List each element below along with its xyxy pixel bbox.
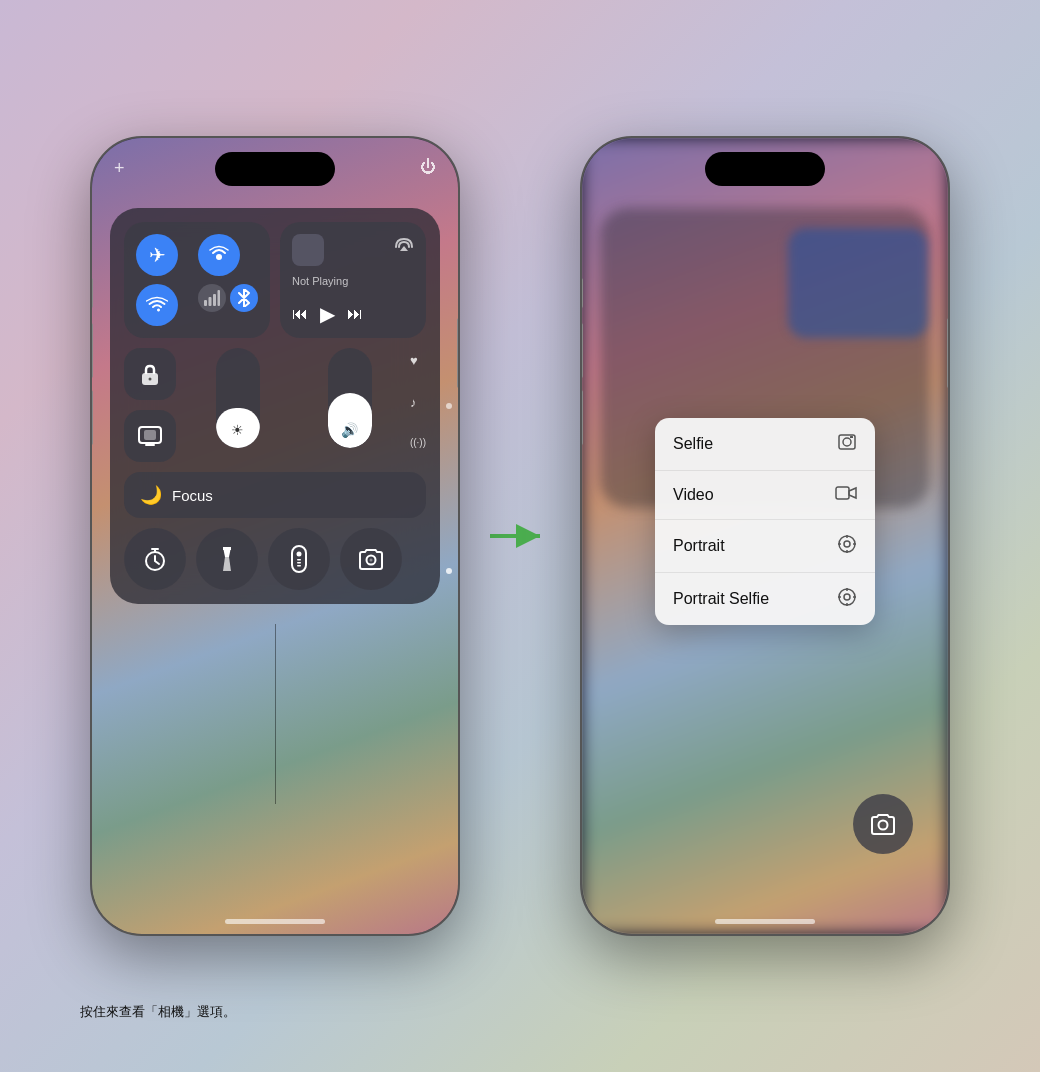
portrait-icon (837, 534, 857, 558)
svg-point-23 (839, 536, 855, 552)
video-label: Video (673, 486, 714, 504)
airplane-mode-button[interactable]: ✈ (136, 234, 178, 276)
direction-arrow (490, 516, 550, 556)
svg-point-25 (839, 589, 855, 605)
portrait-selfie-icon (837, 587, 857, 611)
wifi-hotspot-button[interactable] (198, 234, 240, 276)
favorite-icon: ♥ (410, 353, 426, 368)
wifi-button[interactable] (136, 284, 178, 326)
portrait-option[interactable]: Portrait (655, 520, 875, 573)
phone2-wrapper: Selfie Video (580, 136, 950, 936)
svg-point-24 (844, 541, 850, 547)
volume-up-button[interactable] (90, 323, 93, 378)
cc-row4 (124, 528, 426, 590)
add-button[interactable]: + (114, 158, 125, 179)
svg-rect-3 (213, 294, 216, 306)
bluetooth-button[interactable] (230, 284, 258, 312)
now-playing-album-art (292, 234, 324, 266)
brightness-slider[interactable]: ☀ (186, 348, 290, 448)
connectivity-tile: ✈ (124, 222, 270, 338)
phone2-power-button[interactable] (947, 318, 950, 388)
camera-module-blur (788, 228, 928, 338)
portrait-selfie-option[interactable]: Portrait Selfie (655, 573, 875, 625)
flashlight-button[interactable] (196, 528, 258, 590)
svg-rect-21 (850, 436, 853, 438)
phone2-dynamic-island (705, 152, 825, 186)
cellular-button[interactable] (198, 284, 226, 312)
svg-rect-8 (144, 430, 156, 440)
selfie-label: Selfie (673, 435, 713, 453)
airplay-icon[interactable] (394, 234, 414, 259)
side-indicator-dot-bottom (446, 568, 452, 574)
phone2-camera-button[interactable] (853, 794, 913, 854)
volume-slider[interactable]: 🔊 (298, 348, 402, 448)
phone2: Selfie Video (580, 136, 950, 936)
phone1: + ⏻ ✈ (90, 136, 460, 936)
play-button[interactable]: ▶ (320, 302, 335, 326)
camera-options-menu: Selfie Video (655, 418, 875, 625)
dynamic-island (215, 152, 335, 186)
speaker-icon: ((·)) (410, 437, 426, 448)
volume-down-button[interactable] (90, 390, 93, 445)
rewind-button[interactable]: ⏮ (292, 305, 308, 323)
selfie-option[interactable]: Selfie (655, 418, 875, 471)
control-center: ✈ (110, 208, 440, 604)
phone2-home-indicator (715, 919, 815, 924)
camera-button[interactable] (340, 528, 402, 590)
focus-button[interactable]: 🌙 Focus (124, 472, 426, 518)
cc-row1: ✈ (124, 222, 426, 338)
svg-point-20 (843, 438, 851, 446)
page-wrapper: + ⏻ ✈ (0, 0, 1040, 1072)
svg-point-17 (370, 559, 373, 562)
mute-button[interactable] (90, 278, 93, 308)
remote-button[interactable] (268, 528, 330, 590)
arrow-container (490, 516, 550, 556)
screen-lock-button[interactable] (124, 348, 176, 400)
svg-point-27 (879, 821, 888, 830)
svg-rect-4 (218, 290, 221, 306)
video-option[interactable]: Video (655, 471, 875, 520)
cc-row3: 🌙 Focus (124, 472, 426, 518)
side-indicator-dot (446, 403, 452, 409)
svg-point-0 (216, 254, 222, 260)
portrait-label: Portrait (673, 537, 725, 555)
svg-rect-2 (209, 297, 212, 306)
phone2-volume-up-button[interactable] (580, 323, 583, 378)
annotation-line (275, 624, 276, 804)
svg-rect-13 (297, 559, 301, 561)
svg-point-6 (149, 378, 152, 381)
selfie-icon (837, 432, 857, 456)
now-playing-top (292, 234, 414, 266)
moon-icon: 🌙 (140, 484, 162, 506)
phone2-volume-down-button[interactable] (580, 390, 583, 445)
annotation-text: 按住來查看「相機」選項。 (80, 1003, 236, 1021)
now-playing-title: Not Playing (292, 275, 414, 287)
svg-rect-1 (204, 300, 207, 306)
cc-row2: ☀ 🔊 (124, 348, 426, 462)
home-indicator (225, 919, 325, 924)
svg-rect-10 (223, 547, 231, 550)
portrait-selfie-label: Portrait Selfie (673, 590, 769, 608)
svg-point-12 (297, 552, 302, 557)
music-icon: ♪ (410, 395, 426, 410)
phone2-mute-button[interactable] (580, 278, 583, 308)
now-playing-tile: Not Playing ⏮ ▶ ⏭ (280, 222, 426, 338)
phone1-wrapper: + ⏻ ✈ (90, 136, 460, 936)
fast-forward-button[interactable]: ⏭ (347, 305, 363, 323)
screen-mirror-button[interactable] (124, 410, 176, 462)
svg-rect-15 (297, 565, 301, 567)
timer-button[interactable] (124, 528, 186, 590)
svg-rect-14 (297, 562, 301, 564)
two-phones-container: + ⏻ ✈ (90, 136, 950, 936)
now-playing-controls: ⏮ ▶ ⏭ (292, 302, 414, 326)
video-icon (835, 485, 857, 505)
focus-label: Focus (172, 487, 213, 504)
svg-point-26 (844, 594, 850, 600)
power-button[interactable] (457, 318, 460, 388)
svg-rect-22 (836, 487, 849, 499)
power-icon[interactable]: ⏻ (420, 158, 436, 176)
